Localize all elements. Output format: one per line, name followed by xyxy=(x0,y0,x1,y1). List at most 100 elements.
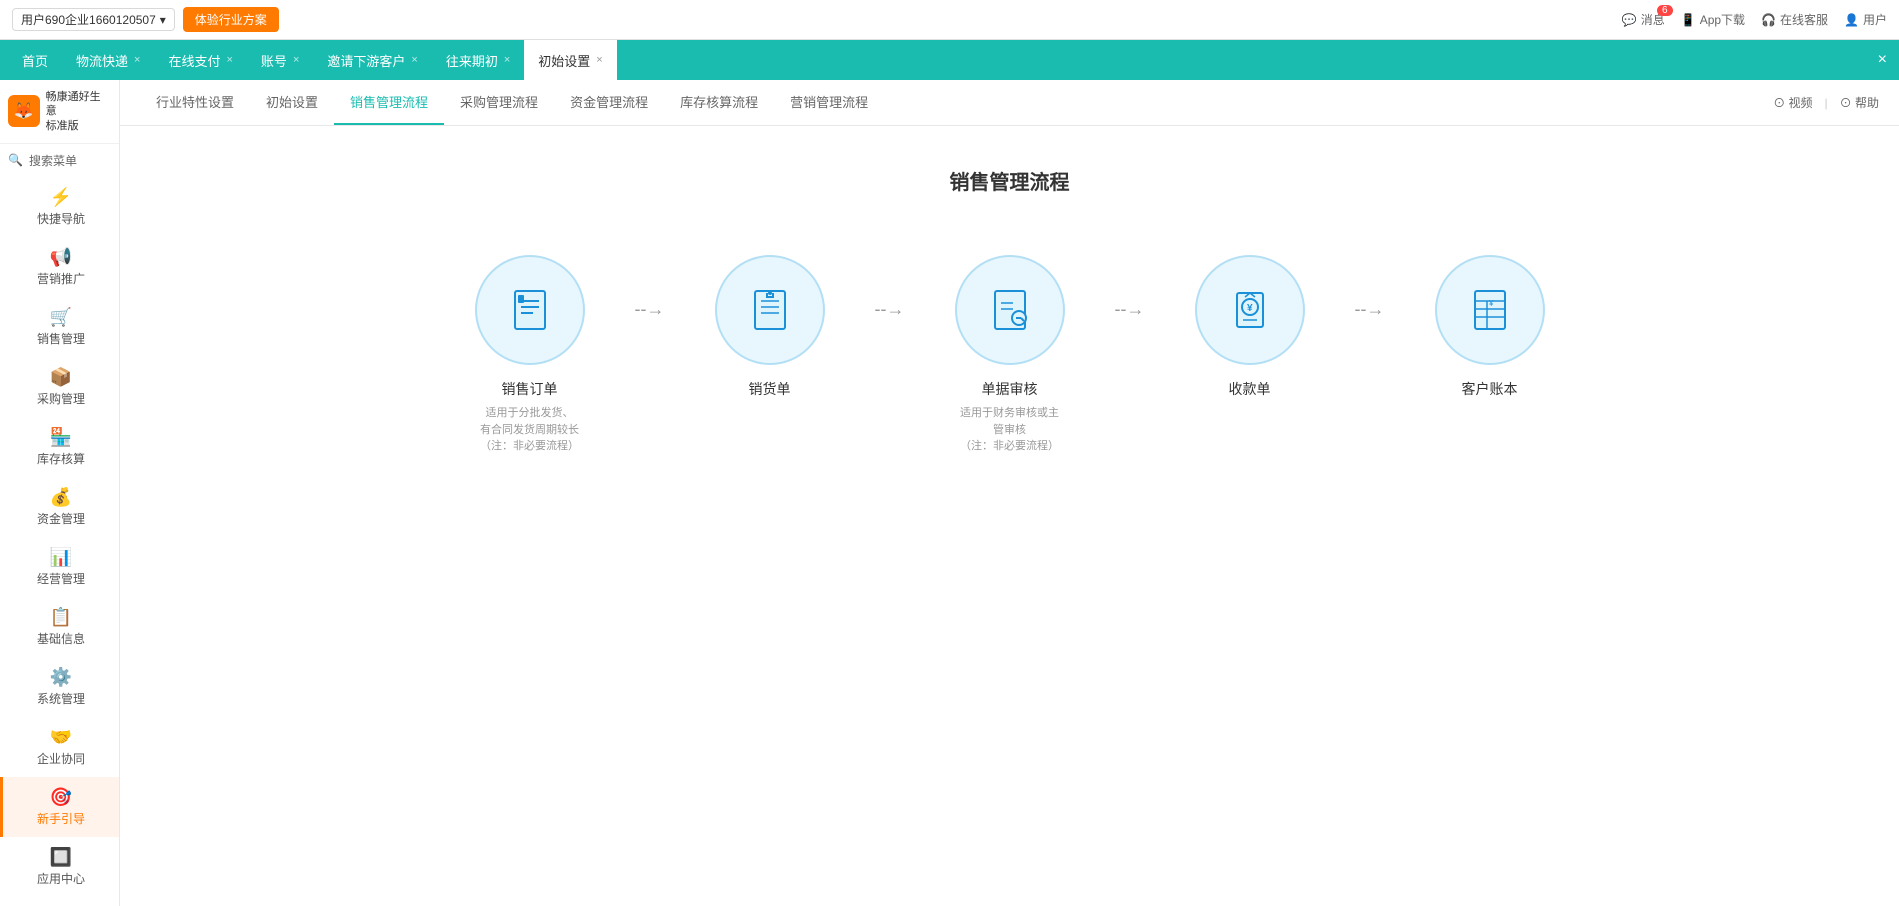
tab-payment-close[interactable]: × xyxy=(226,54,232,66)
sidebar-item-quick-nav[interactable]: ⚡ 快捷导航 xyxy=(0,177,119,237)
sub-tabs: 行业特性设置 初始设置 销售管理流程 采购管理流程 资金管理流程 库存核算流程 … xyxy=(120,80,1899,126)
app-download-icon: 📱 xyxy=(1681,13,1696,27)
sidebar-item-guide[interactable]: 🎯 新手引导 xyxy=(0,777,119,837)
guide-icon: 🎯 xyxy=(50,787,72,808)
sidebar-item-inventory[interactable]: 🏪 库存核算 xyxy=(0,417,119,477)
sidebar-search[interactable]: 🔍 搜索菜单 xyxy=(0,144,119,177)
sidebar-item-app-center-label: 应用中心 xyxy=(37,870,85,887)
sidebar-item-marketing[interactable]: 📢 营销推广 xyxy=(0,237,119,297)
sub-tab-finance-flow[interactable]: 资金管理流程 xyxy=(554,80,664,125)
page-title: 销售管理流程 xyxy=(140,166,1879,195)
sales-invoice-circle xyxy=(715,255,825,365)
sidebar-item-basic[interactable]: 📋 基础信息 xyxy=(0,597,119,657)
top-bar-right: 💬 消息 6 📱 App下载 🎧 在线客服 👤 用户 xyxy=(1622,11,1887,28)
tab-payment-label: 在线支付 xyxy=(168,51,220,70)
system-icon: ⚙️ xyxy=(50,667,72,688)
sub-tab-init-set[interactable]: 初始设置 xyxy=(250,80,334,125)
sidebar-item-finance[interactable]: 💰 资金管理 xyxy=(0,477,119,537)
sidebar-item-operations[interactable]: 📊 经营管理 xyxy=(0,537,119,597)
sidebar-item-app-center[interactable]: 🔲 应用中心 xyxy=(0,837,119,897)
tab-invite-close[interactable]: × xyxy=(411,54,417,66)
tab-payment[interactable]: 在线支付 × xyxy=(154,40,246,80)
sidebar-item-wechat[interactable]: 💬 企业微信 xyxy=(0,897,119,906)
sidebar-item-sales[interactable]: 🛒 销售管理 xyxy=(0,297,119,357)
top-bar-left: 用户690企业1660120507 ▾ 体验行业方案 xyxy=(12,7,279,32)
sidebar-logo: 🦊 畅康通好生意 标准版 xyxy=(0,80,119,144)
ledger-name: 客户账本 xyxy=(1462,379,1518,399)
tab-init-close[interactable]: × xyxy=(596,54,602,66)
tab-home[interactable]: 首页 xyxy=(8,40,62,80)
tab-home-label: 首页 xyxy=(22,51,48,70)
tab-history-close[interactable]: × xyxy=(504,54,510,66)
dropdown-arrow-icon: ▾ xyxy=(160,13,166,27)
user-avatar-button[interactable]: 👤 用户 xyxy=(1844,11,1887,28)
arrow-icon-1: --→ xyxy=(635,299,665,320)
tab-account-close[interactable]: × xyxy=(293,54,299,66)
tab-invite[interactable]: 邀请下游客户 × xyxy=(313,40,431,80)
headset-icon: 🎧 xyxy=(1761,13,1776,27)
tab-init[interactable]: 初始设置 × xyxy=(524,40,616,80)
sidebar-item-marketing-label: 营销推广 xyxy=(37,270,85,287)
tab-init-label: 初始设置 xyxy=(538,51,590,70)
sub-tab-sales-flow[interactable]: 销售管理流程 xyxy=(334,80,444,125)
flow-step-ledger[interactable]: ¥ 客户账本 xyxy=(1400,255,1580,405)
sub-tab-purchase-flow-label: 采购管理流程 xyxy=(460,95,538,110)
receipt-circle: ¥ xyxy=(1195,255,1305,365)
video-help-link[interactable]: ⊙ 视频 xyxy=(1773,94,1812,111)
sub-tab-inventory-calc[interactable]: 库存核算流程 xyxy=(664,80,774,125)
receipt-name: 收款单 xyxy=(1229,379,1271,399)
flow-arrow-4: --→ xyxy=(1340,255,1400,320)
sub-tab-finance-flow-label: 资金管理流程 xyxy=(570,95,648,110)
sub-tab-init-set-label: 初始设置 xyxy=(266,95,318,110)
arrow-icon-2: --→ xyxy=(875,299,905,320)
flow-step-sales-invoice[interactable]: 销货单 xyxy=(680,255,860,405)
online-service-button[interactable]: 🎧 在线客服 xyxy=(1761,11,1828,28)
content-area: 行业特性设置 初始设置 销售管理流程 采购管理流程 资金管理流程 库存核算流程 … xyxy=(120,80,1899,906)
audit-circle xyxy=(955,255,1065,365)
sidebar-item-enterprise[interactable]: 🤝 企业协同 xyxy=(0,717,119,777)
svg-text:¥: ¥ xyxy=(1247,303,1253,314)
app-download-label: App下载 xyxy=(1700,11,1745,28)
messages-button[interactable]: 💬 消息 6 xyxy=(1622,11,1665,28)
sub-tab-industry[interactable]: 行业特性设置 xyxy=(140,80,250,125)
sidebar-item-system-label: 系统管理 xyxy=(37,690,85,707)
sub-tab-marketing-flow[interactable]: 营销管理流程 xyxy=(774,80,884,125)
tab-logistics-label: 物流快递 xyxy=(76,51,128,70)
main-layout: 🦊 畅康通好生意 标准版 🔍 搜索菜单 ⚡ 快捷导航 📢 营销推广 🛒 销售管理… xyxy=(0,80,1899,906)
global-close-icon[interactable]: × xyxy=(1878,51,1887,69)
top-bar: 用户690企业1660120507 ▾ 体验行业方案 💬 消息 6 📱 App下… xyxy=(0,0,1899,40)
sidebar-item-purchase[interactable]: 📦 采购管理 xyxy=(0,357,119,417)
quick-nav-icon: ⚡ xyxy=(50,187,72,208)
svg-text:¥: ¥ xyxy=(1488,299,1494,308)
app-download-button[interactable]: 📱 App下载 xyxy=(1681,11,1745,28)
sub-tab-sales-flow-label: 销售管理流程 xyxy=(350,95,428,110)
trial-button[interactable]: 体验行业方案 xyxy=(183,7,279,32)
flow-step-receipt[interactable]: ¥ 收款单 xyxy=(1160,255,1340,405)
divider: | xyxy=(1825,96,1828,110)
sidebar-item-sales-label: 销售管理 xyxy=(37,330,85,347)
sidebar-item-operations-label: 经营管理 xyxy=(37,570,85,587)
user-select[interactable]: 用户690企业1660120507 ▾ xyxy=(12,8,175,31)
tab-history[interactable]: 往来期初 × xyxy=(432,40,524,80)
sidebar-item-enterprise-label: 企业协同 xyxy=(37,750,85,767)
tab-invite-label: 邀请下游客户 xyxy=(327,51,405,70)
sales-invoice-name: 销货单 xyxy=(749,379,791,399)
logo-line2: 标准版 xyxy=(46,119,111,133)
tab-logistics[interactable]: 物流快递 × xyxy=(62,40,154,80)
flow-arrow-2: --→ xyxy=(860,255,920,320)
sub-tab-purchase-flow[interactable]: 采购管理流程 xyxy=(444,80,554,125)
user-select-text: 用户690企业1660120507 xyxy=(21,11,156,28)
page-content: 销售管理流程 销售订单 适用于分批发货、有合同 xyxy=(120,126,1899,475)
purchase-icon: 📦 xyxy=(50,367,72,388)
flow-diagram: 销售订单 适用于分批发货、有合同发货周期较长（注：非必要流程） --→ xyxy=(140,255,1879,455)
tab-account[interactable]: 账号 × xyxy=(247,40,313,80)
flow-step-sales-order[interactable]: 销售订单 适用于分批发货、有合同发货周期较长（注：非必要流程） xyxy=(440,255,620,455)
help-link[interactable]: ⊙ 帮助 xyxy=(1840,94,1879,111)
sidebar-item-quick-nav-label: 快捷导航 xyxy=(37,210,85,227)
marketing-icon: 📢 xyxy=(50,247,72,268)
sidebar-item-system[interactable]: ⚙️ 系统管理 xyxy=(0,657,119,717)
avatar-icon: 👤 xyxy=(1844,13,1859,27)
tab-logistics-close[interactable]: × xyxy=(134,54,140,66)
sales-order-desc: 适用于分批发货、有合同发货周期较长（注：非必要流程） xyxy=(480,405,579,455)
flow-step-audit[interactable]: 单据审核 适用于财务审核或主管审核（注：非必要流程） xyxy=(920,255,1100,455)
